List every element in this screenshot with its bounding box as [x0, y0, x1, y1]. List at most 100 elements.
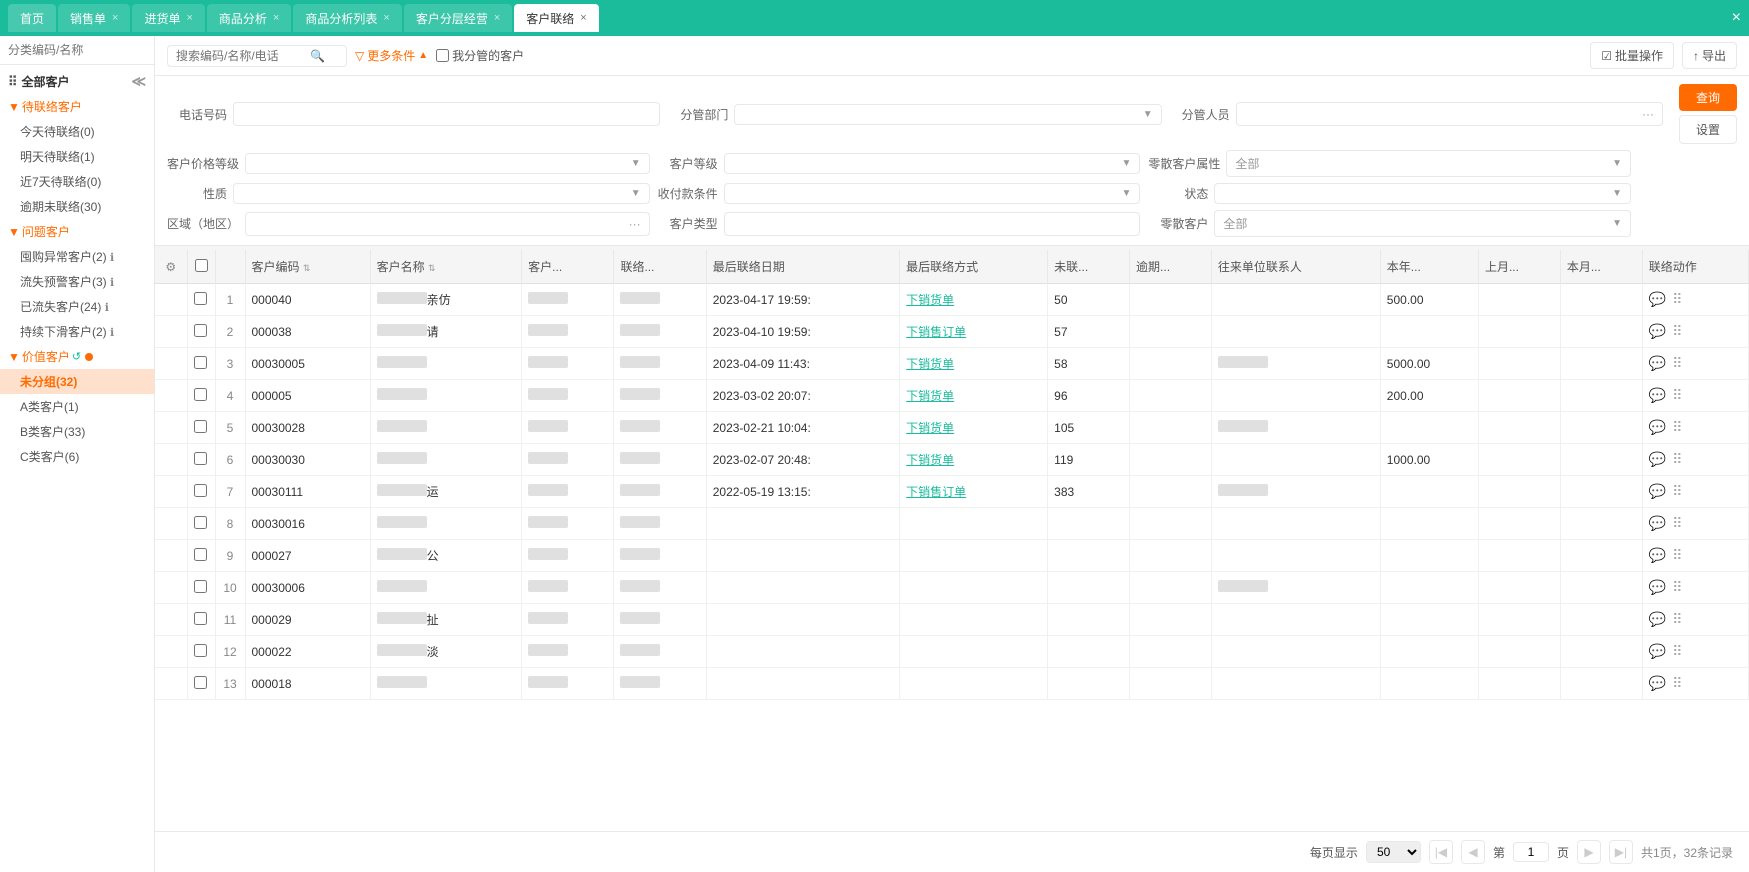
customer-type-input[interactable]: [724, 212, 1141, 236]
phone-input[interactable]: [233, 102, 660, 126]
tab-analysis-list[interactable]: 商品分析列表 ×: [293, 4, 401, 32]
tab-customer-tier[interactable]: 客户分层经营 ×: [404, 4, 512, 32]
sidebar-item-class-a[interactable]: A类客户(1): [0, 394, 154, 419]
next-page-button[interactable]: ▶: [1577, 840, 1601, 864]
tab-sales[interactable]: 销售单 ×: [58, 4, 130, 32]
sidebar-item-lost[interactable]: 已流失客户(24) ℹ: [0, 294, 154, 319]
select-all-checkbox[interactable]: [195, 259, 208, 272]
th-customer-name[interactable]: 客户名称 ⇅: [370, 250, 522, 284]
grid-action-icon[interactable]: ⠿: [1672, 675, 1682, 692]
comment-icon[interactable]: 💬: [1649, 483, 1666, 500]
tab-purchase-close[interactable]: ×: [186, 12, 192, 24]
first-page-button[interactable]: |◀: [1429, 840, 1453, 864]
grid-action-icon[interactable]: ⠿: [1672, 579, 1682, 596]
th-customer-code[interactable]: 客户编码 ⇅: [245, 250, 370, 284]
contact-method-link[interactable]: 下销售订单: [906, 325, 966, 339]
contact-method-link[interactable]: 下销货单: [906, 453, 954, 467]
comment-icon[interactable]: 💬: [1649, 355, 1666, 372]
row-checkbox[interactable]: [194, 388, 207, 401]
comment-icon[interactable]: 💬: [1649, 291, 1666, 308]
filter-search-input[interactable]: [176, 49, 306, 63]
sidebar-item-overdue[interactable]: 逾期未联络(30): [0, 194, 154, 219]
status-select[interactable]: ▼: [1214, 183, 1631, 204]
comment-icon[interactable]: 💬: [1649, 547, 1666, 564]
comment-icon[interactable]: 💬: [1649, 579, 1666, 596]
tab-customer-tier-close[interactable]: ×: [494, 12, 500, 24]
sidebar-item-ungrouped[interactable]: 未分组(32): [0, 369, 154, 394]
last-page-button[interactable]: ▶|: [1609, 840, 1633, 864]
dept-select[interactable]: ▼: [734, 104, 1161, 125]
grid-action-icon[interactable]: ⠿: [1672, 419, 1682, 436]
more-conditions-button[interactable]: ▽ 更多条件 ▲: [355, 47, 428, 64]
tab-customer-contact-close[interactable]: ×: [580, 12, 586, 24]
my-customers-checkbox[interactable]: [436, 49, 449, 62]
sidebar-all-customers[interactable]: ⠿ 全部客户 ≪: [0, 65, 154, 94]
sidebar-search-input[interactable]: [8, 43, 155, 57]
window-close-button[interactable]: ×: [1732, 9, 1741, 27]
row-checkbox[interactable]: [194, 516, 207, 529]
sidebar-section-value[interactable]: ▼ 价值客户 ↺: [0, 344, 154, 369]
comment-icon[interactable]: 💬: [1649, 611, 1666, 628]
row-checkbox[interactable]: [194, 676, 207, 689]
comment-icon[interactable]: 💬: [1649, 675, 1666, 692]
tab-purchase[interactable]: 进货单 ×: [132, 4, 204, 32]
grid-action-icon[interactable]: ⠿: [1672, 611, 1682, 628]
batch-operations-button[interactable]: ☑ 批量操作: [1590, 42, 1674, 69]
grid-action-icon[interactable]: ⠿: [1672, 451, 1682, 468]
tab-analysis-list-close[interactable]: ×: [383, 12, 389, 24]
settings-gear-icon[interactable]: ⚙: [165, 260, 176, 274]
sidebar-item-class-b[interactable]: B类客户(33): [0, 419, 154, 444]
query-button[interactable]: 查询: [1679, 84, 1737, 111]
row-checkbox[interactable]: [194, 644, 207, 657]
row-checkbox[interactable]: [194, 292, 207, 305]
row-checkbox[interactable]: [194, 548, 207, 561]
row-checkbox[interactable]: [194, 612, 207, 625]
row-checkbox[interactable]: [194, 356, 207, 369]
grid-action-icon[interactable]: ⠿: [1672, 515, 1682, 532]
contact-method-link[interactable]: 下销货单: [906, 293, 954, 307]
tab-analysis[interactable]: 商品分析 ×: [207, 4, 291, 32]
contact-method-link[interactable]: 下销售订单: [906, 485, 966, 499]
comment-icon[interactable]: 💬: [1649, 419, 1666, 436]
contact-method-link[interactable]: 下销货单: [906, 357, 954, 371]
tab-customer-contact[interactable]: 客户联络 ×: [514, 4, 598, 32]
sidebar-item-7days[interactable]: 近7天待联络(0): [0, 169, 154, 194]
sidebar-item-abnormal[interactable]: 囤购异常客户(2) ℹ: [0, 244, 154, 269]
grid-action-icon[interactable]: ⠿: [1672, 547, 1682, 564]
grid-action-icon[interactable]: ⠿: [1672, 291, 1682, 308]
person-select[interactable]: ···: [1236, 102, 1663, 126]
sidebar-item-today[interactable]: 今天待联络(0): [0, 119, 154, 144]
region-select[interactable]: ···: [245, 212, 650, 236]
prev-page-button[interactable]: ◀: [1461, 840, 1485, 864]
row-checkbox[interactable]: [194, 324, 207, 337]
comment-icon[interactable]: 💬: [1649, 451, 1666, 468]
row-checkbox[interactable]: [194, 420, 207, 433]
comment-icon[interactable]: 💬: [1649, 643, 1666, 660]
comment-icon[interactable]: 💬: [1649, 387, 1666, 404]
reset-button[interactable]: 设置: [1679, 115, 1737, 144]
row-checkbox[interactable]: [194, 452, 207, 465]
grid-action-icon[interactable]: ⠿: [1672, 323, 1682, 340]
payment-select[interactable]: ▼: [724, 183, 1141, 204]
contact-method-link[interactable]: 下销货单: [906, 389, 954, 403]
customer-level-select[interactable]: ▼: [724, 153, 1141, 174]
tab-analysis-close[interactable]: ×: [273, 12, 279, 24]
refresh-icon[interactable]: ↺: [72, 350, 81, 363]
sidebar-item-class-c[interactable]: C类客户(6): [0, 444, 154, 469]
row-checkbox[interactable]: [194, 484, 207, 497]
contact-method-link[interactable]: 下销货单: [906, 421, 954, 435]
sidebar-item-tomorrow[interactable]: 明天待联络(1): [0, 144, 154, 169]
per-page-select[interactable]: 50 100 200: [1366, 841, 1421, 863]
sidebar-item-at-risk[interactable]: 流失预警客户(3) ℹ: [0, 269, 154, 294]
export-button[interactable]: ↑ 导出: [1682, 42, 1737, 69]
grid-action-icon[interactable]: ⠿: [1672, 643, 1682, 660]
tab-home[interactable]: 首页: [8, 4, 56, 32]
grid-action-icon[interactable]: ⠿: [1672, 355, 1682, 372]
sidebar-section-pending[interactable]: ▼ 待联络客户: [0, 94, 154, 119]
filter-search-icon[interactable]: 🔍: [310, 49, 325, 63]
sidebar-item-declining[interactable]: 持续下滑客户(2) ℹ: [0, 319, 154, 344]
comment-icon[interactable]: 💬: [1649, 323, 1666, 340]
row-checkbox[interactable]: [194, 580, 207, 593]
grid-action-icon[interactable]: ⠿: [1672, 387, 1682, 404]
price-level-select[interactable]: ▼: [245, 153, 650, 174]
